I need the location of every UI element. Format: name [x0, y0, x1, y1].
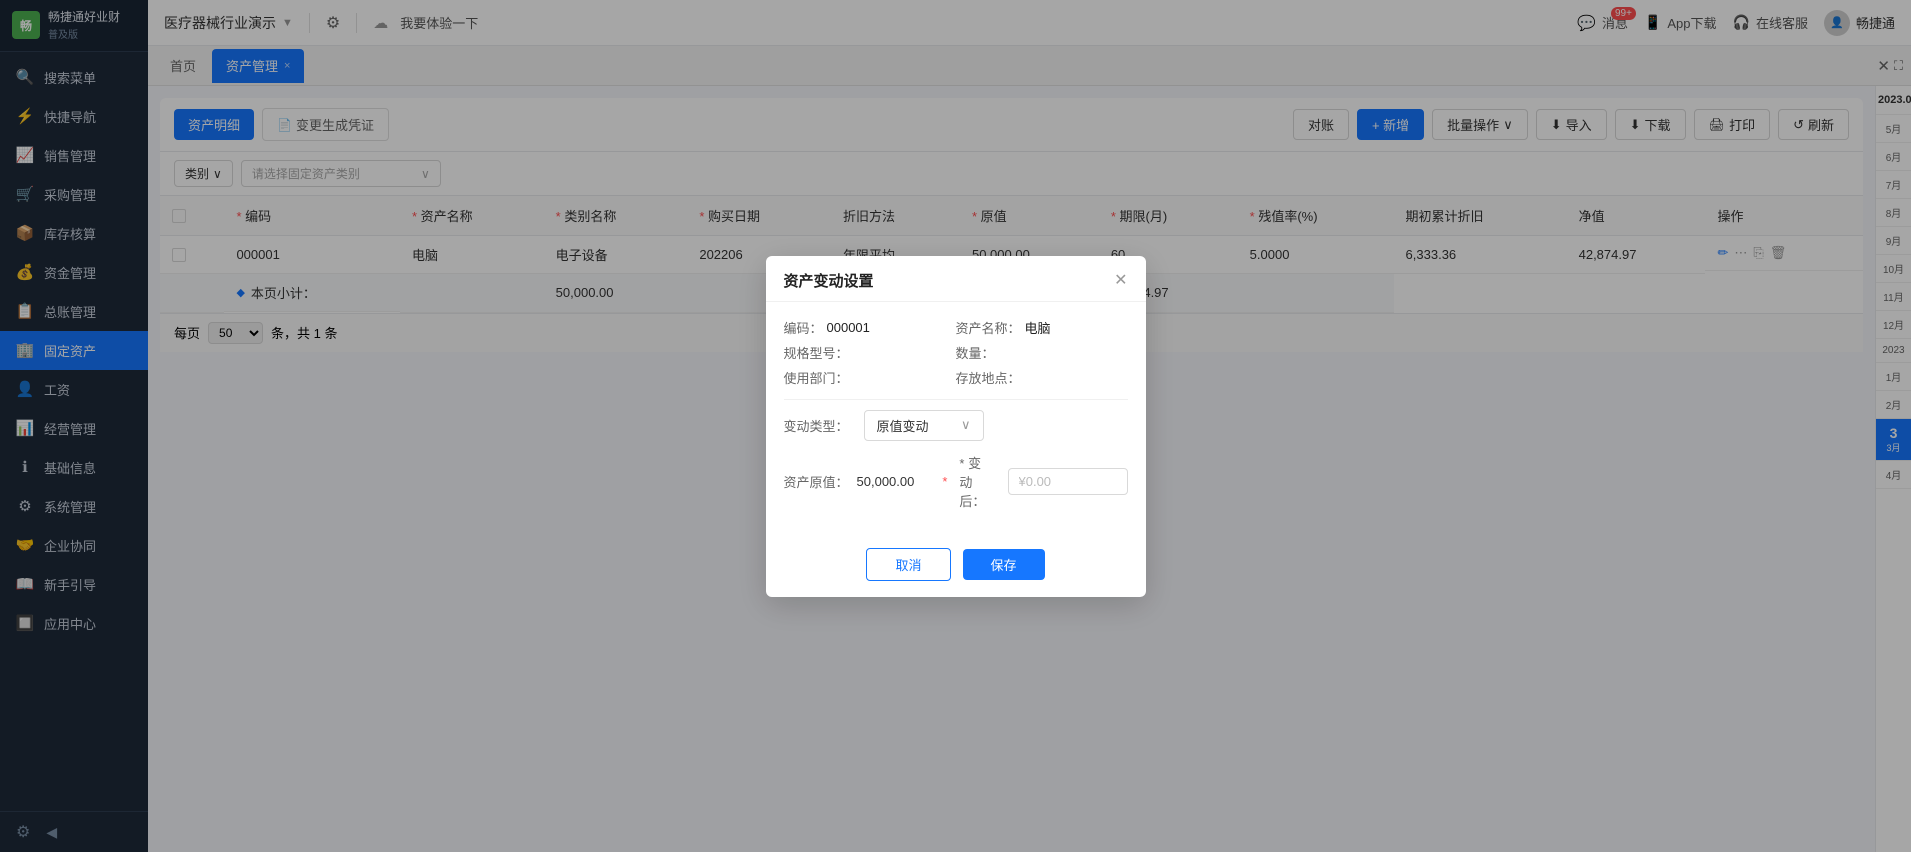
- modal-asset-name: 资产名称： 电脑: [956, 318, 1128, 337]
- modal-info-grid: 编码： 000001 资产名称： 电脑 规格型号： 数量： 使用部门：: [784, 318, 1128, 387]
- modal-body: 编码： 000001 资产名称： 电脑 规格型号： 数量： 使用部门：: [766, 302, 1146, 538]
- change-type-row: 变动类型： 原值变动 ∨: [784, 410, 1128, 441]
- save-button[interactable]: 保存: [963, 549, 1045, 580]
- asset-value-row: 资产原值： 50,000.00 * * 变动后：: [784, 453, 1128, 510]
- required-star: *: [942, 474, 947, 489]
- modal-code: 编码： 000001: [784, 318, 956, 337]
- cancel-button[interactable]: 取消: [866, 548, 950, 581]
- modal-divider: [784, 399, 1128, 400]
- modal-overlay: 资产变动设置 ✕ 编码： 000001 资产名称： 电脑 规格型号： 数量：: [0, 0, 1911, 852]
- after-change-label: * 变动后：: [959, 453, 993, 510]
- asset-value-display: 50,000.00: [857, 474, 915, 489]
- after-change-input[interactable]: [1008, 468, 1128, 495]
- change-type-label: 变动类型：: [784, 416, 856, 435]
- modal-location: 存放地点：: [956, 368, 1128, 387]
- modal-dept: 使用部门：: [784, 368, 956, 387]
- modal-title: 资产变动设置: [784, 270, 874, 291]
- modal-spec: 规格型号：: [784, 343, 956, 362]
- change-type-select[interactable]: 原值变动 ∨: [864, 410, 984, 441]
- asset-change-modal: 资产变动设置 ✕ 编码： 000001 资产名称： 电脑 规格型号： 数量：: [766, 256, 1146, 597]
- modal-footer: 取消 保存: [766, 538, 1146, 597]
- modal-quantity: 数量：: [956, 343, 1128, 362]
- modal-header: 资产变动设置 ✕: [766, 256, 1146, 302]
- asset-value-label: 资产原值：: [784, 472, 849, 491]
- modal-close-button[interactable]: ✕: [1114, 270, 1127, 290]
